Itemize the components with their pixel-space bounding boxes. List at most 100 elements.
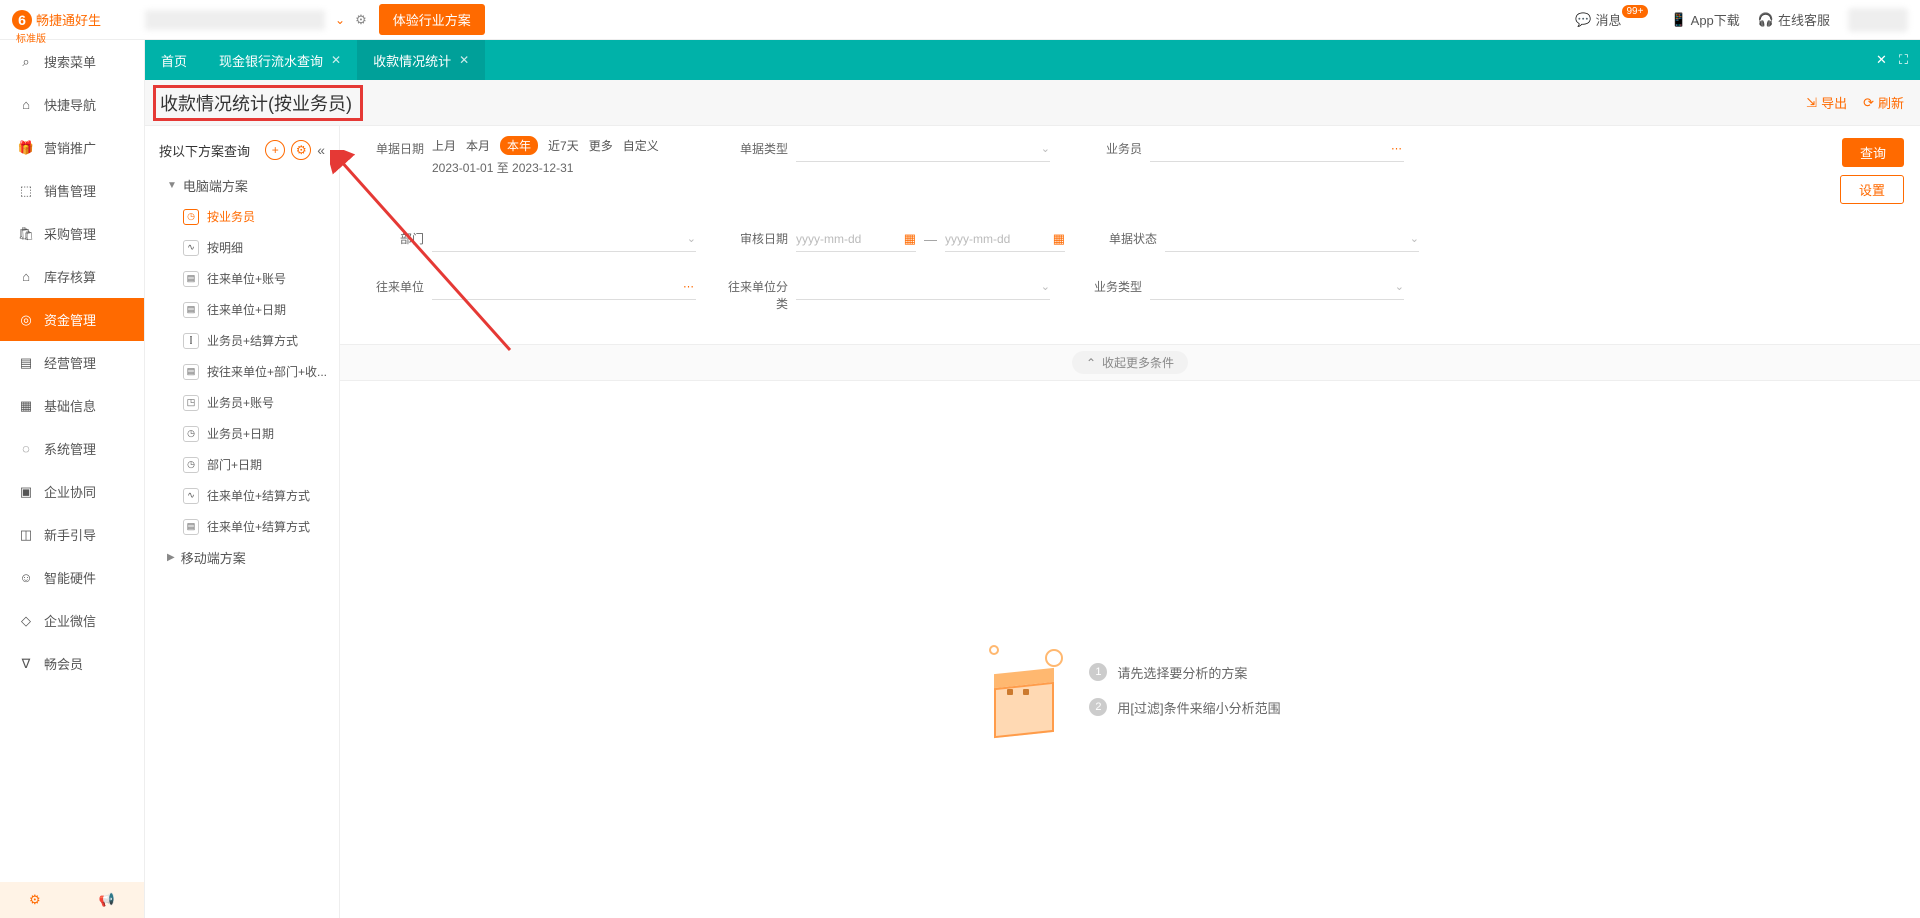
nav-label: 资金管理 (44, 310, 96, 329)
headset-icon: 🎧 (1758, 12, 1774, 28)
scheme-item-按往来单位+部门+收...[interactable]: ▤按往来单位+部门+收... (145, 356, 339, 387)
nav-item-系统管理[interactable]: ◌系统管理 (0, 427, 144, 470)
tab-close-all-icon[interactable]: ✕ (1876, 52, 1887, 68)
nav-item-经营管理[interactable]: ▤经营管理 (0, 341, 144, 384)
company-dropdown-icon[interactable]: ⌄ (335, 13, 345, 27)
quick-7days[interactable]: 近7天 (548, 137, 579, 154)
clerk-select[interactable]: ⋯ (1150, 136, 1404, 162)
fullscreen-icon[interactable]: ⛶ (1899, 52, 1908, 68)
nav-item-基础信息[interactable]: ▦基础信息 (0, 384, 144, 427)
nav-item-库存核算[interactable]: ⌂库存核算 (0, 255, 144, 298)
nav-label: 营销推广 (44, 138, 96, 157)
messages-button[interactable]: 💬 消息 99+ (1575, 10, 1652, 29)
collapse-panel-button[interactable]: « (317, 142, 325, 158)
scheme-item-按明细[interactable]: ∿按明细 (145, 232, 339, 263)
scheme-item-往来单位+账号[interactable]: ▤往来单位+账号 (145, 263, 339, 294)
messages-badge: 99+ (1622, 5, 1649, 18)
step-2-text: 用[过滤]条件来缩小分析范围 (1117, 698, 1280, 717)
footer-gear-icon[interactable]: ⚙ (29, 892, 41, 908)
content-area: 首页现金银行流水查询✕收款情况统计✕ ✕ ⛶ 收款情况统计(按业务员) ⇲ 导出… (145, 40, 1920, 918)
scheme-item-label: 业务员+账号 (207, 394, 274, 411)
nav-label: 搜索菜单 (44, 52, 96, 71)
edition-badge: 标准版 (16, 30, 46, 45)
settings-icon[interactable]: ⚙ (355, 12, 367, 28)
nav-item-搜索菜单[interactable]: ⌕ 搜索菜单 (0, 40, 144, 83)
scheme-item-部门+日期[interactable]: ◷部门+日期 (145, 449, 339, 480)
nav-icon: ▤ (18, 355, 34, 371)
scheme-group-移动端方案[interactable]: ▶移动端方案 (145, 542, 339, 573)
nav-icon: ◎ (18, 312, 34, 328)
audit-date-to[interactable]: yyyy-mm-dd▦ (945, 226, 1065, 252)
tab-close-icon[interactable]: ✕ (459, 53, 469, 67)
quick-this-month[interactable]: 本月 (466, 137, 490, 154)
step-number-1: 1 (1089, 663, 1107, 681)
tab-首页[interactable]: 首页 (145, 40, 203, 80)
query-button[interactable]: 查询 (1842, 138, 1904, 167)
dept-select[interactable]: ⌄ (432, 226, 696, 252)
scheme-item-往来单位+日期[interactable]: ▤往来单位+日期 (145, 294, 339, 325)
nav-item-企业协同[interactable]: ▣企业协同 (0, 470, 144, 513)
scheme-item-往来单位+结算方式[interactable]: ∿往来单位+结算方式 (145, 480, 339, 511)
nav-item-营销推广[interactable]: 🎁营销推广 (0, 126, 144, 169)
audit-date-from[interactable]: yyyy-mm-dd▦ (796, 226, 916, 252)
collapse-filters-button[interactable]: ⌃ 收起更多条件 (1072, 351, 1188, 374)
nav-item-智能硬件[interactable]: ☺智能硬件 (0, 556, 144, 599)
vendor-label: 往来单位 (356, 274, 424, 295)
nav-item-资金管理[interactable]: ◎ 资金管理 (0, 298, 144, 341)
scheme-item-按业务员[interactable]: ◷按业务员 (145, 201, 339, 232)
clerk-label: 业务员 (1074, 136, 1142, 157)
service-button[interactable]: 🎧 在线客服 (1758, 10, 1830, 29)
quick-custom[interactable]: 自定义 (623, 137, 659, 154)
type-select[interactable]: ⌄ (796, 136, 1050, 162)
biz-type-select[interactable]: ⌄ (1150, 274, 1404, 300)
logo-area: 6 畅捷通好生 (12, 10, 145, 30)
download-button[interactable]: 📱 App下载 (1670, 10, 1739, 29)
tab-close-icon[interactable]: ✕ (331, 53, 341, 67)
calendar-icon: ▦ (1053, 231, 1065, 247)
scheme-item-业务员+日期[interactable]: ◷业务员+日期 (145, 418, 339, 449)
empty-step-2: 2 用[过滤]条件来缩小分析范围 (1089, 698, 1280, 717)
footer-sound-icon[interactable]: 📢 (99, 892, 115, 908)
status-select[interactable]: ⌄ (1165, 226, 1419, 252)
scheme-settings-button[interactable]: ⚙ (291, 140, 311, 160)
nav-icon: ⌕ (18, 54, 34, 70)
nav-item-销售管理[interactable]: ⬚销售管理 (0, 169, 144, 212)
nav-label: 企业微信 (44, 611, 96, 630)
settings-button[interactable]: 设置 (1840, 175, 1904, 204)
nav-item-采购管理[interactable]: 🛍采购管理 (0, 212, 144, 255)
empty-step-1: 1 请先选择要分析的方案 (1089, 663, 1280, 682)
scheme-item-往来单位+结算方式[interactable]: ▤往来单位+结算方式 (145, 511, 339, 542)
vendor-select[interactable]: ⋯ (432, 274, 696, 300)
scheme-group-电脑端方案[interactable]: ▼电脑端方案 (145, 170, 339, 201)
tab-收款情况统计[interactable]: 收款情况统计✕ (357, 40, 485, 80)
nav-item-快捷导航[interactable]: ⌂快捷导航 (0, 83, 144, 126)
page-header: 收款情况统计(按业务员) ⇲ 导出 ⟳ 刷新 (145, 80, 1920, 126)
refresh-button[interactable]: ⟳ 刷新 (1863, 93, 1904, 112)
date-range-display: 2023-01-01 至 2023-12-31 (432, 159, 696, 176)
nav-icon: ◇ (18, 613, 34, 629)
refresh-label: 刷新 (1878, 93, 1904, 112)
trial-button[interactable]: 体验行业方案 (379, 4, 485, 35)
quick-last-month[interactable]: 上月 (432, 137, 456, 154)
scheme-item-icon: ◷ (183, 457, 199, 473)
nav-item-企业微信[interactable]: ◇ 企业微信 (0, 599, 144, 642)
vendor-cat-select[interactable]: ⌄ (796, 274, 1050, 300)
user-avatar-blurred[interactable] (1848, 8, 1908, 32)
empty-illustration (979, 645, 1069, 735)
export-button[interactable]: ⇲ 导出 (1806, 93, 1847, 112)
nav-icon: ☺ (18, 570, 34, 586)
nav-item-畅会员[interactable]: ∇畅会员 (0, 642, 144, 685)
scheme-item-业务员+账号[interactable]: ◳业务员+账号 (145, 387, 339, 418)
nav-item-新手引导[interactable]: ◫新手引导 (0, 513, 144, 556)
add-scheme-button[interactable]: + (265, 140, 285, 160)
nav-footer: ⚙ 📢 (0, 882, 144, 918)
quick-more[interactable]: 更多 (589, 137, 613, 154)
message-icon: 💬 (1575, 12, 1591, 28)
collapse-label: 收起更多条件 (1102, 354, 1174, 371)
scheme-item-业务员+结算方式[interactable]: ⫿业务员+结算方式 (145, 325, 339, 356)
tab-现金银行流水查询[interactable]: 现金银行流水查询✕ (203, 40, 357, 80)
quick-this-year[interactable]: 本年 (500, 136, 538, 155)
vendor-cat-label: 往来单位分类 (720, 274, 788, 312)
caret-icon: ▼ (167, 180, 177, 191)
nav-label: 库存核算 (44, 267, 96, 286)
